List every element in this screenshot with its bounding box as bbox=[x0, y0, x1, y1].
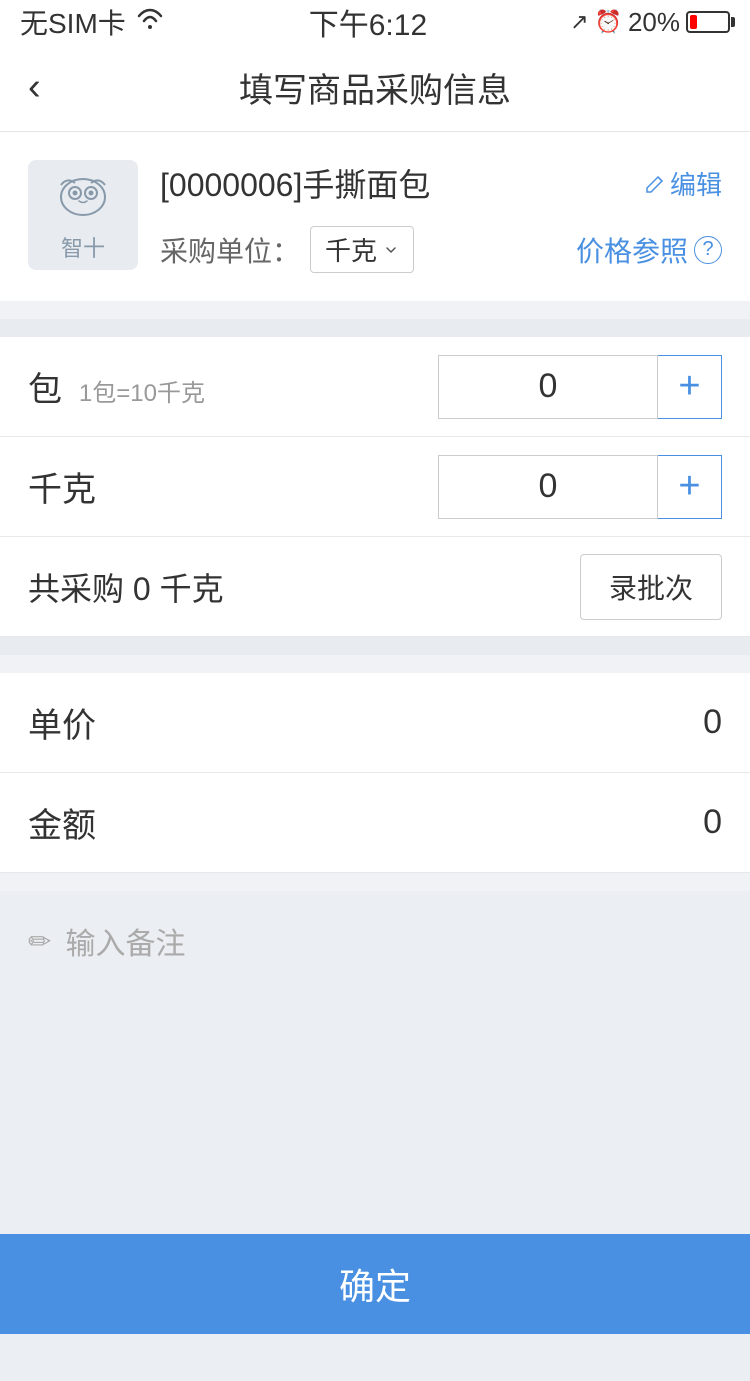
price-amount-section: 单价 0 金额 0 bbox=[0, 673, 750, 873]
product-name: [0000006]手撕面包 bbox=[160, 160, 430, 206]
batch-button[interactable]: 录批次 bbox=[580, 554, 722, 620]
location-icon: ↗ bbox=[570, 9, 588, 35]
product-owl-icon bbox=[53, 167, 113, 227]
kg-input-control: + bbox=[438, 455, 722, 519]
help-icon: ? bbox=[694, 236, 722, 264]
product-thumb-text: 智十 bbox=[61, 231, 105, 263]
price-label: 单价 bbox=[28, 698, 96, 747]
wifi-icon bbox=[134, 6, 166, 38]
product-card: 智十 [0000006]手撕面包 编辑 采购单位： 千克 bbox=[0, 132, 750, 301]
notes-placeholder: 输入备注 bbox=[65, 919, 185, 963]
status-right: ↗ ⏰ 20% bbox=[570, 7, 730, 38]
input-section: 包 1包=10千克 + 千克 + bbox=[0, 337, 750, 537]
price-row: 单价 0 bbox=[0, 673, 750, 773]
divider-1 bbox=[0, 319, 750, 337]
unit-label: 采购单位： bbox=[160, 230, 300, 270]
amount-value: 0 bbox=[703, 803, 722, 842]
package-qty-input[interactable] bbox=[438, 355, 658, 419]
status-bar: 无SIM卡 下午6:12 ↗ ⏰ 20% bbox=[0, 0, 750, 44]
amount-label: 金额 bbox=[28, 798, 96, 847]
alarm-icon: ⏰ bbox=[595, 9, 622, 35]
confirm-button[interactable]: 确定 bbox=[0, 1234, 750, 1334]
product-info: [0000006]手撕面包 编辑 采购单位： 千克 价格 bbox=[160, 160, 722, 273]
kg-label: 千克 bbox=[28, 471, 96, 509]
product-thumbnail: 智十 bbox=[28, 160, 138, 270]
kg-input-row: 千克 + bbox=[0, 437, 750, 537]
package-input-row: 包 1包=10千克 + bbox=[0, 337, 750, 437]
kg-plus-button[interactable]: + bbox=[658, 455, 722, 519]
amount-row: 金额 0 bbox=[0, 773, 750, 873]
kg-label-group: 千克 bbox=[28, 462, 96, 511]
package-label-group: 包 1包=10千克 bbox=[28, 362, 205, 411]
notes-pencil-icon: ✏ bbox=[28, 925, 51, 958]
price-value: 0 bbox=[703, 703, 722, 742]
edit-button[interactable]: 编辑 bbox=[644, 165, 722, 202]
package-sublabel: 1包=10千克 bbox=[79, 380, 205, 407]
back-button[interactable]: ‹ bbox=[28, 66, 41, 109]
kg-qty-input[interactable] bbox=[438, 455, 658, 519]
page-title: 填写商品采购信息 bbox=[239, 63, 511, 112]
product-name-row: [0000006]手撕面包 编辑 bbox=[160, 160, 722, 206]
package-input-control: + bbox=[438, 355, 722, 419]
notes-section[interactable]: ✏ 输入备注 bbox=[0, 891, 750, 991]
unit-dropdown[interactable]: 千克 bbox=[310, 226, 414, 273]
divider-2 bbox=[0, 637, 750, 655]
carrier-text: 无SIM卡 bbox=[20, 2, 126, 42]
price-ref-button[interactable]: 价格参照 ? bbox=[576, 230, 722, 270]
summary-text: 共采购 0 千克 bbox=[28, 564, 224, 610]
nav-bar: ‹ 填写商品采购信息 bbox=[0, 44, 750, 132]
battery-icon bbox=[686, 11, 730, 33]
status-time: 下午6:12 bbox=[309, 0, 427, 44]
battery-percent: 20% bbox=[628, 7, 680, 38]
status-left: 无SIM卡 bbox=[20, 2, 166, 42]
package-plus-button[interactable]: + bbox=[658, 355, 722, 419]
unit-selector-group: 采购单位： 千克 bbox=[160, 226, 414, 273]
product-unit-row: 采购单位： 千克 价格参照 ? bbox=[160, 226, 722, 273]
summary-row: 共采购 0 千克 录批次 bbox=[0, 537, 750, 637]
package-label: 包 bbox=[28, 371, 62, 409]
